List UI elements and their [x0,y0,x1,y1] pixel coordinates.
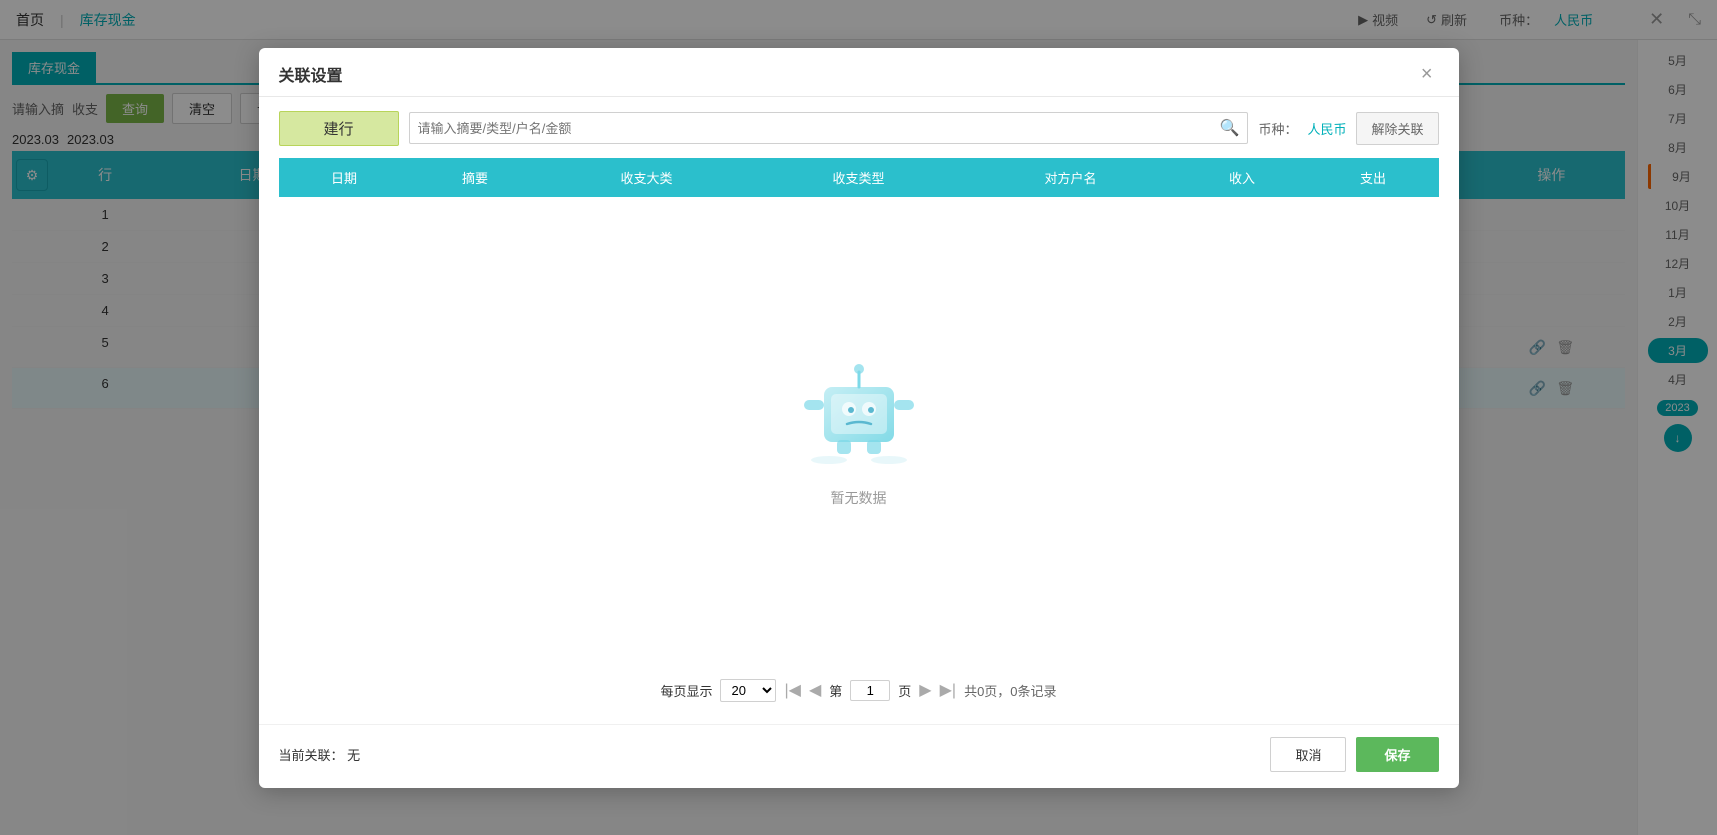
current-link-area: 当前关联： 无 [279,745,361,764]
col-summary: 摘要 [409,158,540,197]
col-category: 收支大类 [540,158,752,197]
modal-footer: 当前关联： 无 取消 保存 [259,724,1459,788]
page-label: 第 [829,681,842,700]
modal-close-button[interactable]: × [1415,62,1439,86]
current-link-value: 无 [347,748,360,763]
footer-buttons: 取消 保存 [1270,737,1438,772]
prev-page-button[interactable]: ◀ [809,680,821,700]
col-income: 收入 [1176,158,1307,197]
modal-search-box: 🔍 [409,112,1249,144]
empty-text: 暂无数据 [831,488,887,508]
empty-state: 暂无数据 [279,197,1439,663]
first-page-button[interactable]: |◀ [784,680,800,700]
link-settings-modal: 关联设置 × 建行 🔍 币种： 人民币 解除关联 日期 摘要 收支大类 收支类型 [259,48,1459,788]
modal-pagination: 每页显示 20 50 100 |◀ ◀ 第 页 ▶ ▶| 共0页，0条记录 [279,663,1439,710]
current-link-label: 当前关联： [279,748,344,763]
per-page-label: 每页显示 [660,681,712,700]
table-header-row: 日期 摘要 收支大类 收支类型 对方户名 收入 支出 [279,158,1439,197]
modal-title: 关联设置 [279,62,343,86]
cancel-button[interactable]: 取消 [1270,737,1346,772]
col-date: 日期 [279,158,410,197]
modal-page-size-select[interactable]: 20 50 100 [720,679,776,702]
modal-page-input[interactable] [850,680,890,701]
col-counterpart: 对方户名 [964,158,1176,197]
page-unit: 页 [898,681,911,700]
bank-tag: 建行 [279,111,399,146]
modal-body: 建行 🔍 币种： 人民币 解除关联 日期 摘要 收支大类 收支类型 对方户名 收… [259,97,1459,724]
modal-header: 关联设置 × [259,48,1459,97]
last-page-button[interactable]: ▶| [940,680,956,700]
modal-search-input[interactable] [418,121,1220,136]
col-type: 收支类型 [752,158,964,197]
modal-toolbar: 建行 🔍 币种： 人民币 解除关联 [279,111,1439,146]
col-expense: 支出 [1307,158,1438,197]
unlink-button[interactable]: 解除关联 [1356,112,1438,145]
modal-currency-value: 人民币 [1307,119,1346,138]
modal-currency-label: 币种： [1258,119,1297,138]
modal-total: 共0页，0条记录 [964,681,1056,700]
modal-table: 日期 摘要 收支大类 收支类型 对方户名 收入 支出 [279,158,1439,197]
empty-robot-illustration [799,352,919,472]
search-icon[interactable]: 🔍 [1220,118,1240,138]
save-button[interactable]: 保存 [1356,737,1438,772]
next-page-button[interactable]: ▶ [919,680,931,700]
